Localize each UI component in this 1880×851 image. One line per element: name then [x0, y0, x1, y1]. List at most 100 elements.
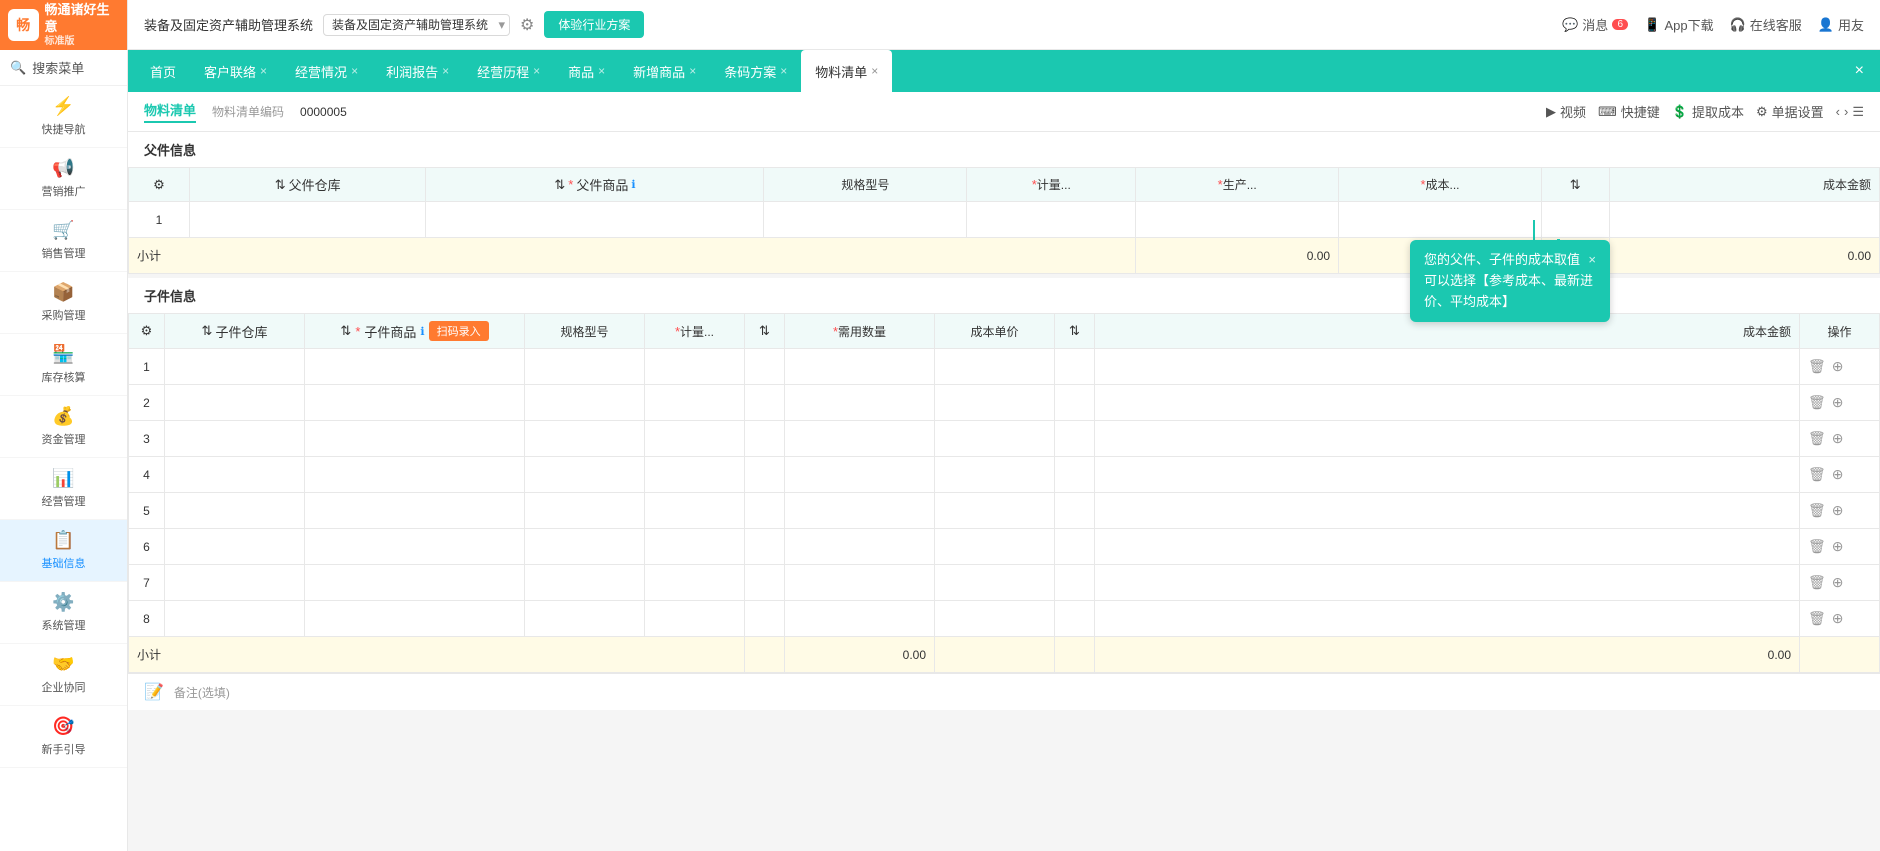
child-row-4-warehouse[interactable]: [165, 457, 305, 493]
child-row-8-product[interactable]: [305, 601, 525, 637]
single-settings-action[interactable]: ⚙ 单据设置: [1756, 102, 1824, 121]
copy-icon-7[interactable]: ⊕: [1832, 574, 1844, 591]
copy-icon-4[interactable]: ⊕: [1832, 466, 1844, 483]
sidebar-item-finance[interactable]: 💰 资金管理: [0, 396, 127, 458]
child-row-5-qty[interactable]: [785, 493, 935, 529]
app-download-item[interactable]: 📱 App下载: [1644, 15, 1713, 34]
child-row-7-warehouse[interactable]: [165, 565, 305, 601]
online-service-item[interactable]: 🎧 在线客服: [1730, 15, 1802, 34]
delete-icon-2[interactable]: 🗑: [1808, 394, 1826, 411]
child-row-8-unit[interactable]: [645, 601, 745, 637]
sidebar-item-system[interactable]: ⚙️ 系统管理: [0, 582, 127, 644]
sidebar-item-purchase[interactable]: 📦 采购管理: [0, 272, 127, 334]
tab-profit[interactable]: 利润报告 ×: [372, 50, 463, 92]
child-row-2-spec[interactable]: [525, 385, 645, 421]
child-row-7-unit-cost[interactable]: [935, 565, 1055, 601]
sidebar-item-cooperation[interactable]: 🤝 企业协同: [0, 644, 127, 706]
child-row-2-unit[interactable]: [645, 385, 745, 421]
child-row-3-product[interactable]: [305, 421, 525, 457]
tab-profit-close[interactable]: ×: [442, 64, 449, 78]
child-row-6-unit[interactable]: [645, 529, 745, 565]
sidebar-item-quick-nav[interactable]: ⚡ 快捷导航: [0, 86, 127, 148]
child-row-8-spec[interactable]: [525, 601, 645, 637]
shortcut-action[interactable]: ⌨ 快捷键: [1598, 102, 1660, 121]
tab-operations[interactable]: 经营情况 ×: [281, 50, 372, 92]
child-row-6-spec[interactable]: [525, 529, 645, 565]
tab-customer[interactable]: 客户联络 ×: [190, 50, 281, 92]
tab-barcode-close[interactable]: ×: [780, 64, 787, 78]
tab-bom-close[interactable]: ×: [871, 64, 878, 78]
child-row-5-spec[interactable]: [525, 493, 645, 529]
message-item[interactable]: 💬 消息 6: [1562, 15, 1628, 34]
child-row-7-product[interactable]: [305, 565, 525, 601]
sidebar-item-inventory[interactable]: 🏪 库存核算: [0, 334, 127, 396]
scan-input-btn[interactable]: 扫码录入: [429, 321, 489, 341]
tab-history-close[interactable]: ×: [533, 64, 540, 78]
tab-history[interactable]: 经营历程 ×: [463, 50, 554, 92]
copy-icon-2[interactable]: ⊕: [1832, 394, 1844, 411]
child-row-4-unit[interactable]: [645, 457, 745, 493]
tab-home[interactable]: 首页: [136, 50, 190, 92]
child-row-8-warehouse[interactable]: [165, 601, 305, 637]
tab-operations-close[interactable]: ×: [351, 64, 358, 78]
child-row-5-product[interactable]: [305, 493, 525, 529]
sidebar-search[interactable]: 🔍 搜索菜单: [0, 50, 127, 86]
child-settings-gear-icon[interactable]: ⚙: [141, 323, 153, 338]
child-row-6-product[interactable]: [305, 529, 525, 565]
tab-new-product-close[interactable]: ×: [689, 64, 696, 78]
child-row-6-unit-cost[interactable]: [935, 529, 1055, 565]
copy-icon-1[interactable]: ⊕: [1832, 358, 1844, 375]
child-row-5-warehouse[interactable]: [165, 493, 305, 529]
tab-new-product[interactable]: 新增商品 ×: [619, 50, 710, 92]
global-close-icon[interactable]: ×: [1847, 62, 1872, 80]
list-view-icon[interactable]: ☰: [1852, 104, 1864, 120]
child-row-2-warehouse[interactable]: [165, 385, 305, 421]
child-row-1-spec[interactable]: [525, 349, 645, 385]
child-row-3-spec[interactable]: [525, 421, 645, 457]
prev-arrow[interactable]: ‹: [1836, 104, 1840, 120]
delete-icon-3[interactable]: 🗑: [1808, 430, 1826, 447]
parent-row-1-cost[interactable]: [1339, 202, 1542, 238]
sidebar-item-basic-info[interactable]: 📋 基础信息: [0, 520, 127, 582]
child-row-3-unit[interactable]: [645, 421, 745, 457]
child-row-1-unit-cost[interactable]: [935, 349, 1055, 385]
tab-barcode[interactable]: 条码方案 ×: [710, 50, 801, 92]
gear-icon[interactable]: ⚙: [520, 15, 534, 35]
next-arrow[interactable]: ›: [1844, 104, 1848, 120]
child-row-7-spec[interactable]: [525, 565, 645, 601]
view-action[interactable]: ▶ 视频: [1546, 102, 1586, 121]
child-row-5-unit[interactable]: [645, 493, 745, 529]
tab-customer-close[interactable]: ×: [260, 64, 267, 78]
page-tab-bom[interactable]: 物料清单: [144, 100, 196, 123]
copy-icon-5[interactable]: ⊕: [1832, 502, 1844, 519]
tab-product-close[interactable]: ×: [598, 64, 605, 78]
child-row-3-qty[interactable]: [785, 421, 935, 457]
sidebar-item-guide[interactable]: 🎯 新手引导: [0, 706, 127, 768]
child-row-1-warehouse[interactable]: [165, 349, 305, 385]
child-row-8-qty[interactable]: [785, 601, 935, 637]
copy-icon-6[interactable]: ⊕: [1832, 538, 1844, 555]
tooltip-close-btn[interactable]: ×: [1588, 250, 1596, 271]
child-row-4-unit-cost[interactable]: [935, 457, 1055, 493]
parent-row-1-product[interactable]: [426, 202, 764, 238]
delete-icon-5[interactable]: 🗑: [1808, 502, 1826, 519]
system-select[interactable]: 装备及固定资产辅助管理系统: [323, 14, 510, 36]
child-row-7-qty[interactable]: [785, 565, 935, 601]
settings-gear-icon[interactable]: ⚙: [153, 177, 165, 192]
child-row-4-product[interactable]: [305, 457, 525, 493]
parent-row-1-unit[interactable]: [967, 202, 1136, 238]
child-row-8-unit-cost[interactable]: [935, 601, 1055, 637]
tab-product[interactable]: 商品 ×: [554, 50, 619, 92]
child-row-7-unit[interactable]: [645, 565, 745, 601]
copy-icon-8[interactable]: ⊕: [1832, 610, 1844, 627]
delete-icon-7[interactable]: 🗑: [1808, 574, 1826, 591]
user-item[interactable]: 👤 用友: [1818, 15, 1864, 34]
delete-icon-1[interactable]: 🗑: [1808, 358, 1826, 375]
child-row-5-unit-cost[interactable]: [935, 493, 1055, 529]
child-row-3-warehouse[interactable]: [165, 421, 305, 457]
system-select-wrap[interactable]: 装备及固定资产辅助管理系统: [323, 14, 510, 36]
child-row-6-warehouse[interactable]: [165, 529, 305, 565]
child-row-1-product[interactable]: [305, 349, 525, 385]
child-row-3-unit-cost[interactable]: [935, 421, 1055, 457]
sidebar-item-operations[interactable]: 📊 经营管理: [0, 458, 127, 520]
